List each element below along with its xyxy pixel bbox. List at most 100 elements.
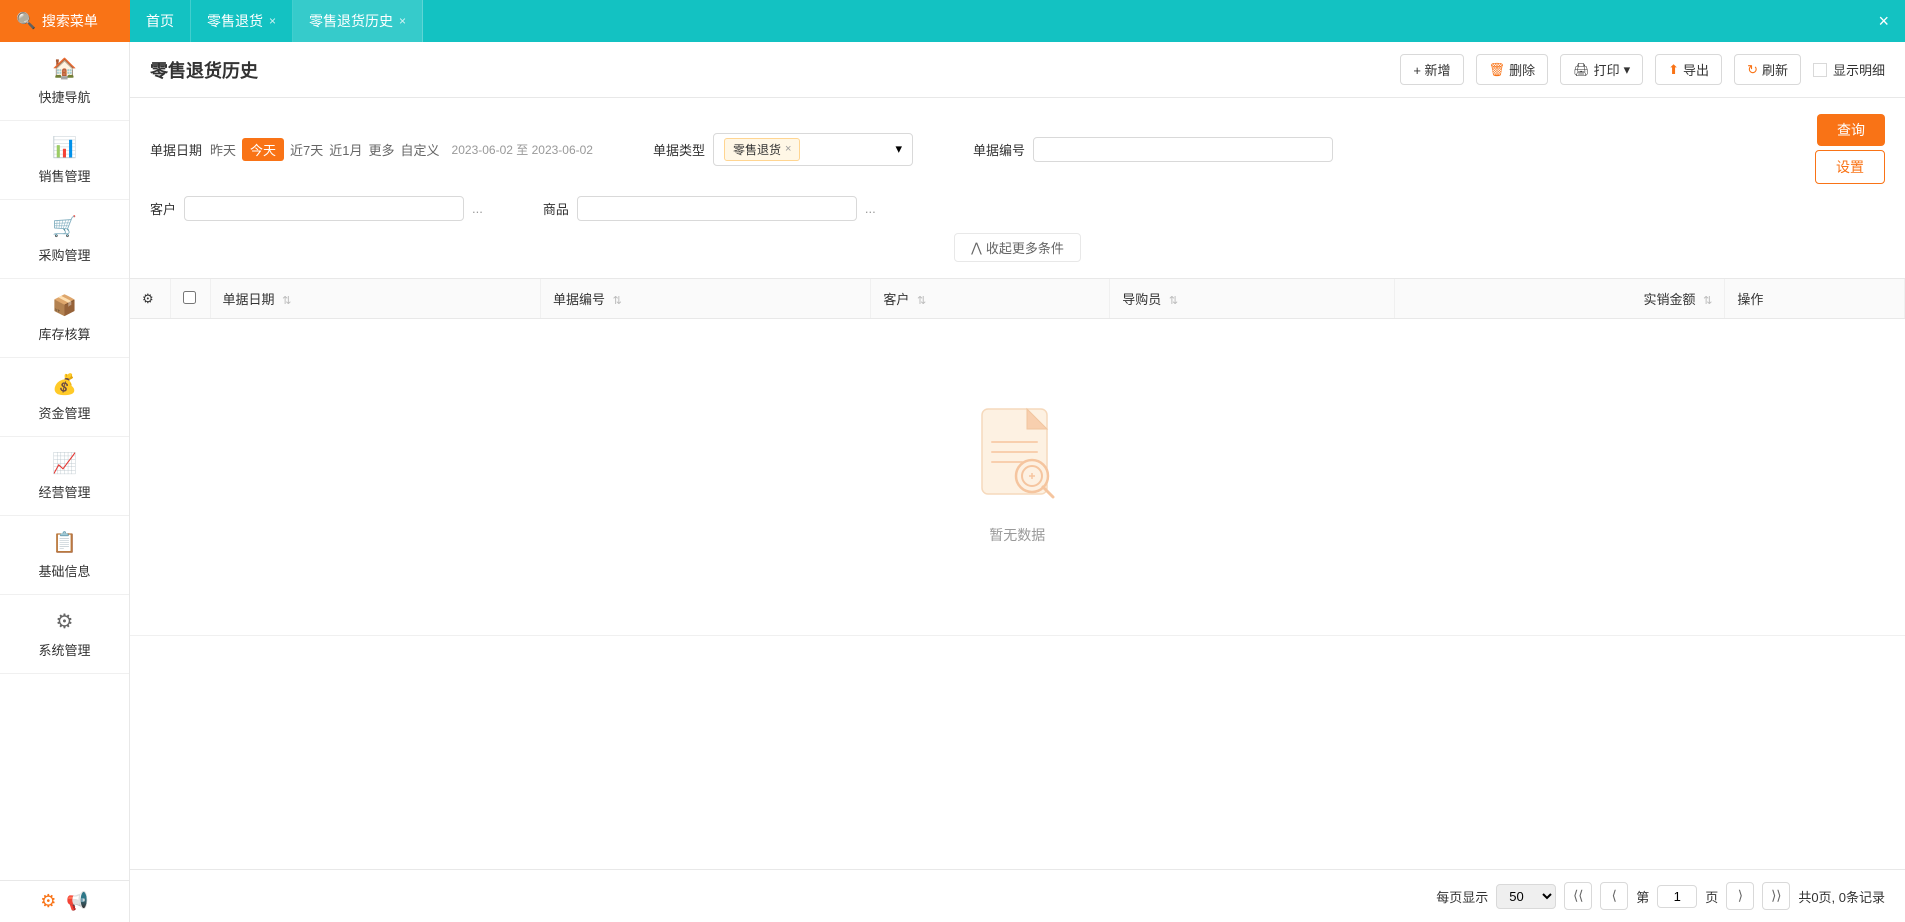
goods-filter: 商品 ... [543, 196, 876, 221]
date-label: 单据日期 [150, 140, 202, 159]
page-title: 零售退货历史 [150, 57, 258, 83]
gear-icon[interactable]: ⚙ [142, 291, 154, 306]
date-opt-1month[interactable]: 近1月 [329, 140, 362, 159]
filter-settings-button[interactable]: 设置 [1815, 150, 1885, 184]
tab-bar: 首页 零售退货 × 零售退货历史 × [130, 0, 1862, 42]
col-amount: 实销金额 ⇅ [1394, 279, 1724, 319]
header-actions: + 新增 🗑 删除 🖨 打印 ▾ ⬆ 导出 ↻ 刷新 [1400, 54, 1885, 85]
sidebar-footer: ⚙ 📢 [0, 880, 129, 922]
page-next-button[interactable]: ⟩ [1726, 882, 1754, 910]
col-action: 操作 [1725, 279, 1905, 319]
no-filter: 单据编号 [973, 137, 1333, 162]
speaker-footer-icon[interactable]: 📢 [66, 891, 88, 912]
customer-label: 客户 [150, 199, 176, 218]
content-area: 零售退货历史 + 新增 🗑 删除 🖨 打印 ▾ ⬆ 导出 [130, 42, 1905, 922]
sidebar-item-purchase[interactable]: 🛒 采购管理 [0, 200, 129, 279]
col-customer: 客户 ⇅ [871, 279, 1110, 319]
top-bar: 🔍 搜索菜单 首页 零售退货 × 零售退货历史 × × [0, 0, 1905, 42]
type-filter: 单据类型 零售退货 × ▾ [653, 133, 913, 166]
sidebar-item-finance[interactable]: 💰 资金管理 [0, 358, 129, 437]
no-label: 单据编号 [973, 140, 1025, 159]
export-button[interactable]: ⬆ 导出 [1655, 54, 1722, 85]
system-icon: ⚙ [56, 609, 74, 634]
page-prev-button[interactable]: ⟨ [1600, 882, 1628, 910]
sort-guide-icon[interactable]: ⇅ [1169, 295, 1178, 307]
sort-date-icon[interactable]: ⇅ [282, 295, 291, 307]
date-opt-custom[interactable]: 自定义 [401, 140, 440, 159]
refresh-icon: ↻ [1747, 62, 1758, 78]
sidebar-item-system[interactable]: ⚙ 系统管理 [0, 595, 129, 674]
empty-doc-svg [967, 404, 1067, 514]
sidebar-item-basic-info[interactable]: 📋 基础信息 [0, 516, 129, 595]
page-size-label: 每页显示 [1436, 887, 1488, 906]
tab-close-icon-2[interactable]: × [399, 14, 406, 28]
empty-state: 暂无数据 [142, 329, 1893, 625]
type-select-arrow: ▾ [895, 141, 902, 157]
customer-filter: 客户 ... [150, 196, 483, 221]
date-opt-today[interactable]: 今天 [242, 138, 284, 161]
search-label: 搜索菜单 [42, 11, 98, 31]
col-gear[interactable]: ⚙ [130, 279, 170, 319]
settings-footer-icon[interactable]: ⚙ [40, 891, 56, 912]
window-close-button[interactable]: × [1862, 11, 1905, 32]
purchase-icon: 🛒 [52, 214, 77, 239]
goods-label: 商品 [543, 199, 569, 218]
sidebar-item-inventory[interactable]: 📦 库存核算 [0, 279, 129, 358]
sidebar-item-operations[interactable]: 📈 经营管理 [0, 437, 129, 516]
search-icon: 🔍 [16, 11, 36, 31]
main-area: 🏠 快捷导航 📊 销售管理 🛒 采购管理 📦 库存核算 💰 资金管理 📈 经营管… [0, 42, 1905, 922]
new-button[interactable]: + 新增 [1400, 54, 1463, 85]
type-select[interactable]: 零售退货 × ▾ [713, 133, 913, 166]
search-area[interactable]: 🔍 搜索菜单 [0, 0, 130, 42]
tab-retail-return[interactable]: 零售退货 × [191, 0, 293, 42]
inventory-icon: 📦 [52, 293, 77, 318]
page-first-button[interactable]: ⟨⟨ [1564, 882, 1592, 910]
date-options: 昨天 今天 近7天 近1月 更多 自定义 [210, 138, 440, 161]
sort-customer-icon[interactable]: ⇅ [917, 295, 926, 307]
date-opt-7days[interactable]: 近7天 [290, 140, 323, 159]
sort-amount-icon[interactable]: ⇅ [1703, 295, 1712, 307]
delete-button[interactable]: 🗑 删除 [1476, 54, 1549, 85]
goods-input[interactable] [577, 196, 857, 221]
type-tag-close[interactable]: × [785, 143, 791, 155]
goods-ellipsis[interactable]: ... [865, 201, 876, 216]
col-checkbox[interactable] [170, 279, 210, 319]
page-last-button[interactable]: ⟩⟩ [1762, 882, 1790, 910]
collapse-button[interactable]: ⋀ 收起更多条件 [954, 233, 1081, 262]
page-label-prefix: 第 [1636, 887, 1649, 906]
page-input[interactable] [1657, 885, 1697, 908]
col-date: 单据日期 ⇅ [210, 279, 540, 319]
display-checkbox[interactable] [1813, 63, 1827, 77]
tab-close-icon[interactable]: × [269, 14, 276, 28]
select-all-checkbox[interactable] [183, 291, 196, 304]
display-detail-toggle[interactable]: 显示明细 [1813, 60, 1885, 79]
filter-area: 单据日期 昨天 今天 近7天 近1月 更多 自定义 2023-06-02 至 2… [130, 98, 1905, 279]
tab-retail-return-history[interactable]: 零售退货历史 × [293, 0, 423, 42]
date-opt-yesterday[interactable]: 昨天 [210, 140, 236, 159]
query-button[interactable]: 查询 [1817, 114, 1885, 146]
refresh-button[interactable]: ↻ 刷新 [1734, 54, 1801, 85]
sales-icon: 📊 [52, 135, 77, 160]
filter-row-1: 单据日期 昨天 今天 近7天 近1月 更多 自定义 2023-06-02 至 2… [150, 114, 1885, 184]
tab-home[interactable]: 首页 [130, 0, 191, 42]
sidebar-item-sales[interactable]: 📊 销售管理 [0, 121, 129, 200]
print-button[interactable]: 🖨 打印 ▾ [1560, 54, 1643, 85]
customer-ellipsis[interactable]: ... [472, 201, 483, 216]
page-size-select[interactable]: 50 10 20 100 [1496, 884, 1556, 909]
col-guide: 导购员 ⇅ [1110, 279, 1395, 319]
date-opt-more[interactable]: 更多 [369, 140, 395, 159]
no-input[interactable] [1033, 137, 1333, 162]
data-table: ⚙ 单据日期 ⇅ 单据编号 ⇅ [130, 279, 1905, 636]
table-header-row: ⚙ 单据日期 ⇅ 单据编号 ⇅ [130, 279, 1905, 319]
print-dropdown-icon: ▾ [1624, 62, 1631, 78]
pagination-area: 每页显示 50 10 20 100 ⟨⟨ ⟨ 第 页 ⟩ ⟩⟩ 共0页, 0条记… [130, 869, 1905, 922]
empty-image [967, 409, 1067, 509]
page-label-suffix: 页 [1705, 887, 1718, 906]
sidebar-item-quick-nav[interactable]: 🏠 快捷导航 [0, 42, 129, 121]
col-no: 单据编号 ⇅ [540, 279, 870, 319]
finance-icon: 💰 [52, 372, 77, 397]
basic-info-icon: 📋 [52, 530, 77, 555]
table-area: ⚙ 单据日期 ⇅ 单据编号 ⇅ [130, 279, 1905, 869]
sort-no-icon[interactable]: ⇅ [613, 295, 622, 307]
customer-input[interactable] [184, 196, 464, 221]
